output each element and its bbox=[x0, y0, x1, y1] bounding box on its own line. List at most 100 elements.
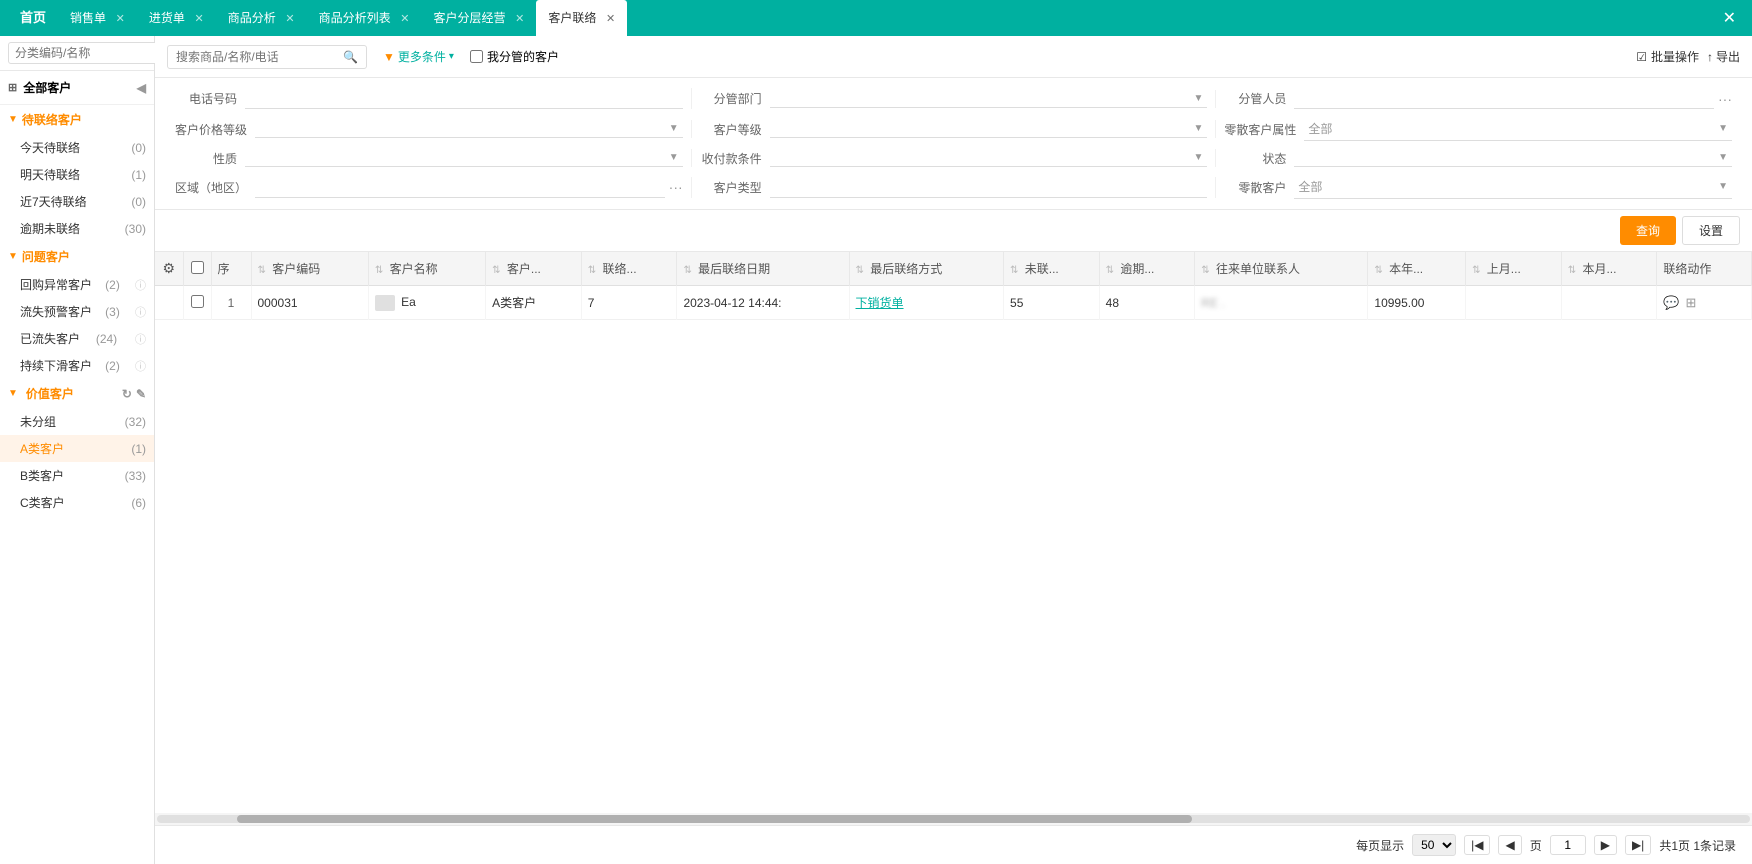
edit-icon[interactable]: ✎ bbox=[136, 387, 146, 401]
col-last-month[interactable]: ⇅ 上月... bbox=[1466, 252, 1562, 286]
close-analysis-tab[interactable]: ✕ bbox=[285, 13, 294, 25]
sidebar-item-declining[interactable]: 持续下滑客户 (2) ⓘ bbox=[0, 352, 154, 379]
sidebar-all-customers-header[interactable]: ⊞ 全部客户 ◀ bbox=[0, 71, 154, 105]
payment-select[interactable]: ▼ bbox=[770, 149, 1208, 167]
export-icon: ↑ bbox=[1707, 50, 1713, 64]
sort-icon-year: ⇅ bbox=[1374, 265, 1382, 276]
refresh-icon[interactable]: ↻ bbox=[122, 387, 132, 401]
my-customer-checkbox[interactable]: 我分管的客户 bbox=[470, 48, 559, 65]
phone-input[interactable] bbox=[245, 88, 683, 109]
nav-tab-purchase[interactable]: 进货单 ✕ bbox=[137, 0, 216, 36]
close-purchase-tab[interactable]: ✕ bbox=[195, 13, 204, 25]
query-button[interactable]: 查询 bbox=[1620, 216, 1676, 245]
filter-cell-customer-level: 客户等级 ▼ bbox=[692, 120, 1217, 138]
filter-cell-retail-attr: 零散客户属性 全部 ▼ bbox=[1216, 117, 1740, 141]
page-number-input[interactable] bbox=[1550, 835, 1586, 855]
region-input[interactable] bbox=[255, 177, 665, 198]
customer-level-select[interactable]: ▼ bbox=[770, 120, 1208, 138]
manager-input[interactable] bbox=[1294, 88, 1714, 109]
manager-dots[interactable]: ··· bbox=[1718, 91, 1732, 107]
prev-page-btn[interactable]: ◀ bbox=[1498, 835, 1521, 855]
status-select[interactable]: ▼ bbox=[1294, 149, 1732, 167]
col-last-contact-method[interactable]: ⇅ 最后联络方式 bbox=[849, 252, 1004, 286]
sidebar-section-value[interactable]: ▼ 价值客户 ↻ ✎ bbox=[0, 379, 154, 408]
last-page-btn[interactable]: ▶| bbox=[1625, 835, 1651, 855]
sidebar-item-class-b[interactable]: B类客户 (33) bbox=[0, 462, 154, 489]
row-code[interactable]: 000031 bbox=[251, 286, 368, 320]
row-checkbox[interactable] bbox=[191, 295, 204, 308]
scrollbar-thumb[interactable] bbox=[237, 815, 1193, 823]
sidebar-item-overdue[interactable]: 逾期未联络 (30) bbox=[0, 215, 154, 242]
nav-tab-customer-segment[interactable]: 客户分层经营 ✕ bbox=[421, 0, 536, 36]
sidebar-item-churn-warning[interactable]: 流失预警客户 (3) ⓘ bbox=[0, 298, 154, 325]
filter-row-4: 区域（地区） ··· 客户类型 零散客户 全部 ▼ bbox=[167, 175, 1740, 199]
first-page-btn[interactable]: |◀ bbox=[1464, 835, 1490, 855]
table-gear-icon[interactable]: ⚙ bbox=[162, 260, 175, 276]
col-customer-type[interactable]: ⇅ 客户... bbox=[486, 252, 582, 286]
col-gear[interactable]: ⚙ bbox=[155, 252, 183, 286]
nav-tab-analysis-list[interactable]: 商品分析列表 ✕ bbox=[307, 0, 422, 36]
per-page-select[interactable]: 50 bbox=[1412, 834, 1456, 856]
retail-customer-label: 零散客户 bbox=[1224, 179, 1294, 196]
more-filter-btn[interactable]: ▼ 更多条件 ▾ bbox=[375, 44, 462, 69]
export-btn[interactable]: ↑ 导出 bbox=[1707, 48, 1740, 65]
retail-attr-select[interactable]: 全部 ▼ bbox=[1304, 117, 1732, 141]
sidebar-collapse-btn[interactable]: ◀ bbox=[137, 81, 146, 95]
content-area: 🔍 ▼ 更多条件 ▾ 我分管的客户 ☑ 批量操作 ↑ 导出 bbox=[155, 36, 1752, 864]
name-avatar bbox=[375, 295, 395, 311]
filter-search-icon[interactable]: 🔍 bbox=[343, 50, 358, 64]
sort-icon-code: ⇅ bbox=[258, 265, 266, 276]
nav-tab-sales[interactable]: 销售单 ✕ bbox=[58, 0, 137, 36]
sidebar-item-ungroup[interactable]: 未分组 (32) bbox=[0, 408, 154, 435]
row-checkbox-cell[interactable] bbox=[183, 286, 211, 320]
nav-home[interactable]: 首页 bbox=[8, 0, 58, 36]
comment-icon[interactable]: 💬 bbox=[1663, 295, 1679, 311]
sidebar-item-7days[interactable]: 近7天待联络 (0) bbox=[0, 188, 154, 215]
dept-select[interactable]: ▼ bbox=[770, 90, 1208, 108]
nav-tab-analysis[interactable]: 商品分析 ✕ bbox=[216, 0, 307, 36]
next-page-btn[interactable]: ▶ bbox=[1594, 835, 1617, 855]
nav-tab-customer-contact[interactable]: 客户联络 ✕ bbox=[536, 0, 627, 36]
batch-ops-btn[interactable]: ☑ 批量操作 bbox=[1636, 48, 1699, 65]
close-sales-tab[interactable]: ✕ bbox=[116, 13, 125, 25]
row-action[interactable]: 💬 ⊞ bbox=[1657, 286, 1752, 320]
horizontal-scrollbar[interactable] bbox=[155, 813, 1752, 825]
filter-search-box[interactable]: 🔍 bbox=[167, 45, 367, 69]
sidebar-section-problem[interactable]: ▼ 问题客户 bbox=[0, 242, 154, 271]
col-this-year[interactable]: ⇅ 本年... bbox=[1368, 252, 1466, 286]
col-no-contact[interactable]: ⇅ 未联... bbox=[1004, 252, 1100, 286]
select-all-checkbox[interactable] bbox=[191, 261, 204, 274]
col-contact-count[interactable]: ⇅ 联络... bbox=[581, 252, 677, 286]
sidebar-item-churned[interactable]: 已流失客户 (24) ⓘ bbox=[0, 325, 154, 352]
nature-select[interactable]: ▼ bbox=[245, 149, 683, 167]
col-this-month[interactable]: ⇅ 本月... bbox=[1561, 252, 1657, 286]
link-icon[interactable]: ⊞ bbox=[1686, 295, 1697, 311]
info-icon-1: ⓘ bbox=[135, 304, 146, 320]
retail-customer-select[interactable]: 全部 ▼ bbox=[1294, 175, 1732, 199]
sidebar-section-pending[interactable]: ▼ 待联络客户 bbox=[0, 105, 154, 134]
close-segment-tab[interactable]: ✕ bbox=[515, 13, 524, 25]
sidebar-item-today[interactable]: 今天待联络 (0) bbox=[0, 134, 154, 161]
info-icon-3: ⓘ bbox=[135, 358, 146, 374]
col-customer-code[interactable]: ⇅ 客户编码 bbox=[251, 252, 368, 286]
row-last-contact-method[interactable]: 下销货单 bbox=[849, 286, 1004, 320]
price-level-select[interactable]: ▼ bbox=[255, 120, 683, 138]
sidebar-item-class-a[interactable]: A类客户 (1) bbox=[0, 435, 154, 462]
col-customer-name[interactable]: ⇅ 客户名称 bbox=[368, 252, 485, 286]
filter-search-input[interactable] bbox=[176, 50, 343, 64]
my-customer-check[interactable] bbox=[470, 50, 483, 63]
close-contact-tab[interactable]: ✕ bbox=[606, 13, 615, 25]
col-last-contact-date[interactable]: ⇅ 最后联络日期 bbox=[677, 252, 849, 286]
setting-button[interactable]: 设置 bbox=[1682, 216, 1740, 245]
sidebar-item-tomorrow[interactable]: 明天待联络 (1) bbox=[0, 161, 154, 188]
customer-type-input[interactable] bbox=[770, 177, 1208, 198]
col-overdue[interactable]: ⇅ 逾期... bbox=[1099, 252, 1195, 286]
col-contact-person[interactable]: ⇅ 往来单位联系人 bbox=[1195, 252, 1368, 286]
sidebar-search-input[interactable] bbox=[8, 42, 177, 64]
region-dots[interactable]: ··· bbox=[669, 179, 683, 195]
col-checkbox[interactable] bbox=[183, 252, 211, 286]
sidebar-item-class-c[interactable]: C类客户 (6) bbox=[0, 489, 154, 516]
nav-close-all[interactable]: ✕ bbox=[1715, 8, 1744, 28]
sidebar-item-repurchase-abnormal[interactable]: 回购异常客户 (2) ⓘ bbox=[0, 271, 154, 298]
close-analysis-list-tab[interactable]: ✕ bbox=[400, 13, 409, 25]
